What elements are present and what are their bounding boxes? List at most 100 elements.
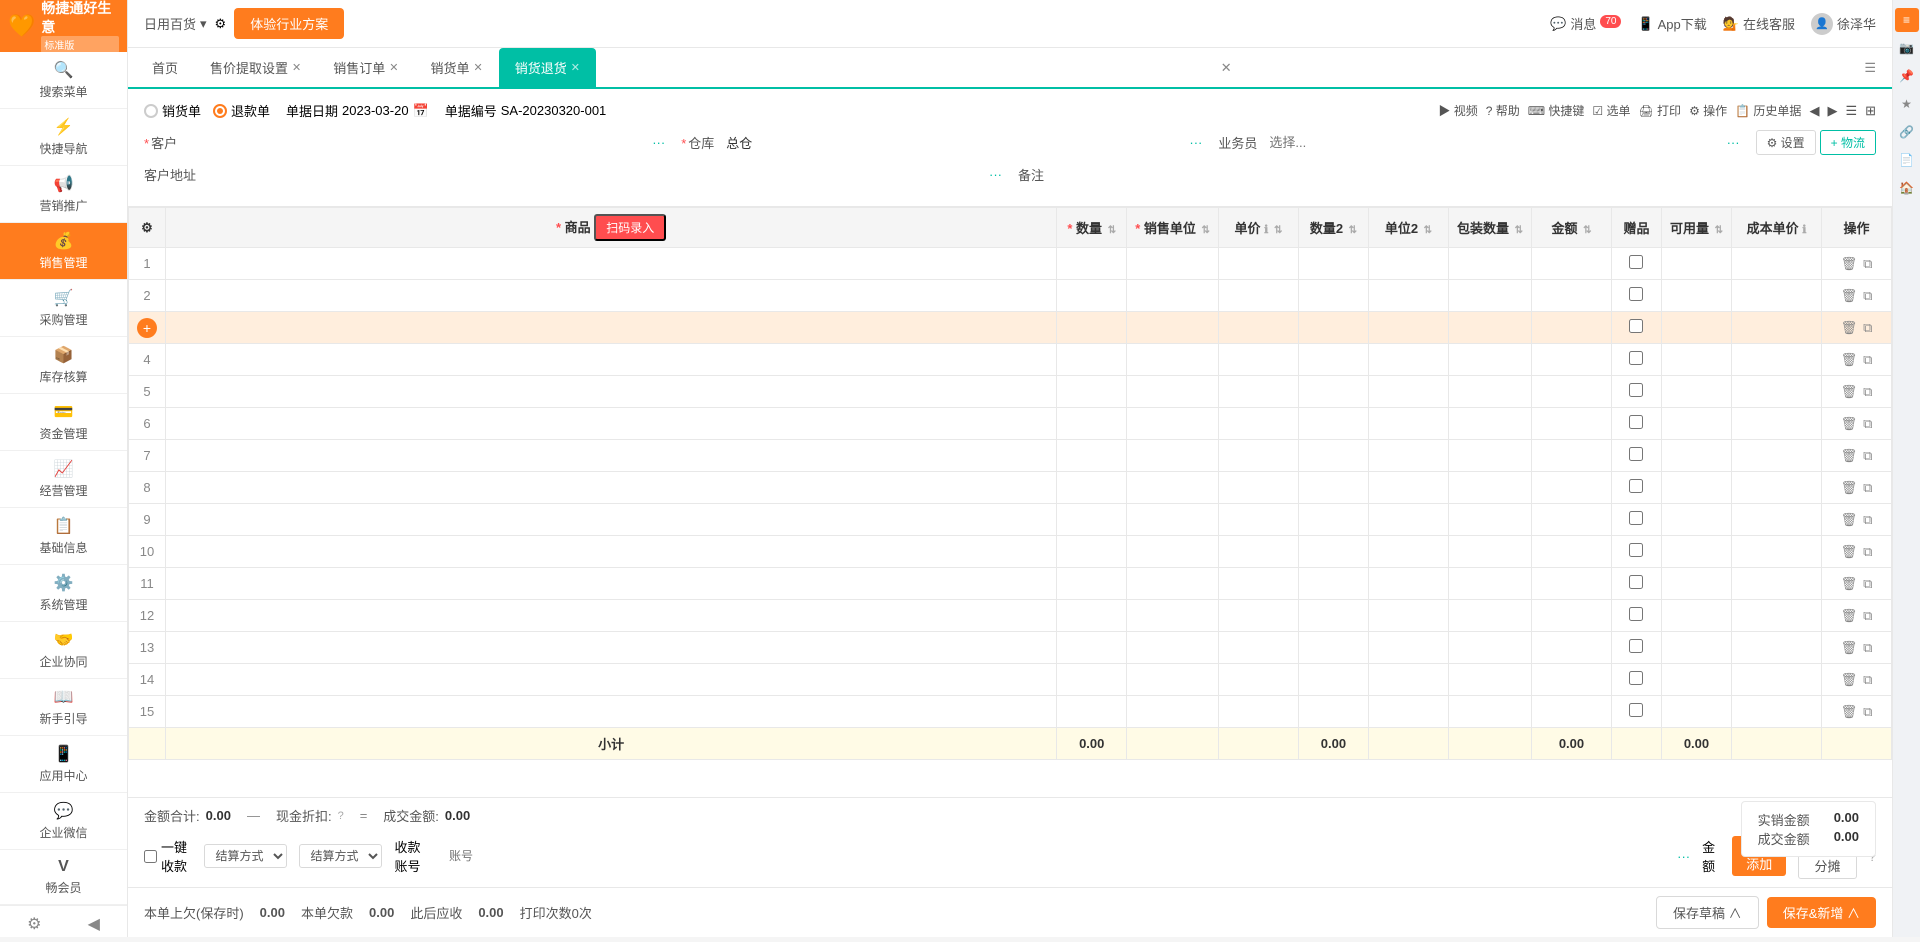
row-qty[interactable] — [1057, 312, 1127, 344]
gift-checkbox[interactable] — [1629, 415, 1643, 429]
pkgqty-sort-icon[interactable]: ⇅ — [1515, 225, 1523, 236]
row-amount[interactable] — [1531, 280, 1611, 312]
rp-icon-camera[interactable]: 📷 — [1895, 36, 1919, 60]
delete-row-icon[interactable]: 🗑 — [1841, 448, 1858, 464]
tab-bar-menu[interactable]: ☰ — [1856, 52, 1884, 84]
gift-checkbox[interactable] — [1629, 639, 1643, 653]
unit2-sort-icon[interactable]: ⇅ — [1424, 225, 1432, 236]
warehouse-input[interactable] — [720, 131, 1181, 154]
sidebar-item-purchase[interactable]: 🛒 采购管理 — [0, 280, 127, 337]
row-gift[interactable] — [1611, 248, 1661, 280]
avail-sort-icon[interactable]: ⇅ — [1715, 225, 1723, 236]
gift-checkbox[interactable] — [1629, 351, 1643, 365]
row-qty2[interactable] — [1298, 248, 1368, 280]
delete-row-icon[interactable]: 🗑 — [1841, 288, 1858, 304]
sidebar-settings-btn[interactable]: ⚙ — [27, 914, 41, 934]
row-product[interactable] — [166, 312, 1057, 344]
sidebar-item-app-center[interactable]: 📱 应用中心 — [0, 736, 127, 793]
copy-row-icon[interactable]: ⧉ — [1863, 608, 1872, 624]
nav-next-icon[interactable]: ▶ — [1827, 103, 1837, 119]
gift-checkbox[interactable] — [1629, 319, 1643, 333]
row-amount[interactable] — [1531, 248, 1611, 280]
daily-goods-btn[interactable]: 日用百货 ▾ — [144, 14, 207, 33]
rp-icon-pin[interactable]: 📌 — [1895, 64, 1919, 88]
delete-row-icon[interactable]: 🗑 — [1841, 512, 1858, 528]
gift-checkbox[interactable] — [1629, 703, 1643, 717]
online-service-btn[interactable]: 💁 在线客服 — [1723, 14, 1795, 33]
app-download-btn[interactable]: 📱 App下载 — [1637, 14, 1706, 33]
copy-row-icon[interactable]: ⧉ — [1863, 288, 1872, 304]
sidebar-item-operations[interactable]: 📈 经营管理 — [0, 451, 127, 508]
sidebar-item-search[interactable]: 🔍 搜索菜单 — [0, 52, 127, 109]
account-ellipsis[interactable]: ··· — [1677, 849, 1690, 864]
delete-row-icon[interactable]: 🗑 — [1841, 704, 1858, 720]
address-input[interactable] — [202, 163, 981, 186]
delete-row-icon[interactable]: 🗑 — [1841, 672, 1858, 688]
unit-sort-icon[interactable]: ⇅ — [1202, 225, 1210, 236]
rp-icon-1[interactable]: ≡ — [1895, 8, 1919, 32]
row-price[interactable] — [1218, 312, 1298, 344]
row-pkgqty[interactable] — [1448, 280, 1531, 312]
sidebar-item-shortcut[interactable]: ⚡ 快捷导航 — [0, 109, 127, 166]
row-qty2[interactable] — [1298, 312, 1368, 344]
row-unit[interactable] — [1127, 248, 1219, 280]
gift-checkbox[interactable] — [1629, 255, 1643, 269]
delete-row-icon[interactable]: 🗑 — [1841, 256, 1858, 272]
view-grid-icon[interactable]: ⊞ — [1865, 103, 1876, 119]
user-info[interactable]: 👤 徐泽华 — [1811, 13, 1876, 35]
delete-row-icon[interactable]: 🗑 — [1841, 640, 1858, 656]
sidebar-item-inventory[interactable]: 📦 库存核算 — [0, 337, 127, 394]
copy-row-icon[interactable]: ⧉ — [1863, 384, 1872, 400]
gift-checkbox[interactable] — [1629, 607, 1643, 621]
gift-checkbox[interactable] — [1629, 671, 1643, 685]
row-qty2[interactable] — [1298, 280, 1368, 312]
sidebar-item-sales[interactable]: 💰 销售管理 — [0, 223, 127, 280]
radio-return-bill[interactable]: 退款单 — [213, 101, 270, 120]
delete-row-icon[interactable]: 🗑 — [1841, 608, 1858, 624]
row-gift[interactable] — [1611, 280, 1661, 312]
warehouse-ellipsis[interactable]: ··· — [1189, 135, 1202, 150]
calendar-icon[interactable]: 📅 — [413, 103, 429, 119]
scan-btn[interactable]: 扫码录入 — [594, 214, 666, 241]
row-unit[interactable] — [1127, 280, 1219, 312]
delete-row-icon[interactable]: 🗑 — [1841, 576, 1858, 592]
copy-row-icon[interactable]: ⧉ — [1863, 448, 1872, 464]
product-input-active[interactable] — [174, 320, 1048, 335]
row-pkgqty[interactable] — [1448, 248, 1531, 280]
customer-ellipsis[interactable]: ··· — [652, 135, 665, 150]
add-row-btn[interactable]: + — [137, 318, 157, 338]
copy-row-icon[interactable]: ⧉ — [1863, 256, 1872, 272]
delete-row-icon[interactable]: 🗑 — [1841, 352, 1858, 368]
tab-bar-close[interactable]: ✕ — [1213, 52, 1240, 84]
sidebar-item-basic-info[interactable]: 📋 基础信息 — [0, 508, 127, 565]
row-unit[interactable] — [1127, 312, 1219, 344]
row-costprice[interactable] — [1732, 312, 1822, 344]
help-btn[interactable]: ? 帮助 — [1486, 102, 1520, 119]
copy-row-icon[interactable]: ⧉ — [1863, 352, 1872, 368]
setting-btn[interactable]: ⚙ 设置 — [1756, 130, 1816, 155]
gift-checkbox[interactable] — [1629, 575, 1643, 589]
row-avail[interactable] — [1661, 280, 1731, 312]
gift-checkbox[interactable] — [1629, 511, 1643, 525]
shortcut-btn[interactable]: ⌨ 快捷键 — [1528, 102, 1585, 119]
row-unit2[interactable] — [1368, 280, 1448, 312]
tab-sales-order[interactable]: 销售订单 ✕ — [317, 48, 414, 89]
row-qty[interactable] — [1057, 280, 1127, 312]
product-input[interactable] — [174, 256, 1048, 271]
gift-checkbox[interactable] — [1629, 383, 1643, 397]
gift-checkbox[interactable] — [1629, 287, 1643, 301]
copy-row-icon[interactable]: ⧉ — [1863, 576, 1872, 592]
row-qty[interactable] — [1057, 248, 1127, 280]
account-no-input[interactable] — [443, 846, 1663, 866]
row-avail[interactable] — [1661, 312, 1731, 344]
tab-sales-bill[interactable]: 销货单 ✕ — [414, 48, 498, 89]
delete-row-icon[interactable]: 🗑 — [1841, 480, 1858, 496]
sidebar-item-vip[interactable]: V 畅会员 — [0, 850, 127, 905]
one-click-pay-input[interactable] — [144, 850, 157, 863]
delete-row-icon[interactable]: 🗑 — [1841, 416, 1858, 432]
sidebar-item-finance[interactable]: 💳 资金管理 — [0, 394, 127, 451]
tab-sales-return[interactable]: 销货退货 ✕ — [499, 48, 596, 89]
row-product[interactable] — [166, 248, 1057, 280]
print-btn[interactable]: 🖨 打印 — [1638, 102, 1681, 119]
qty-sort-icon[interactable]: ⇅ — [1108, 225, 1116, 236]
